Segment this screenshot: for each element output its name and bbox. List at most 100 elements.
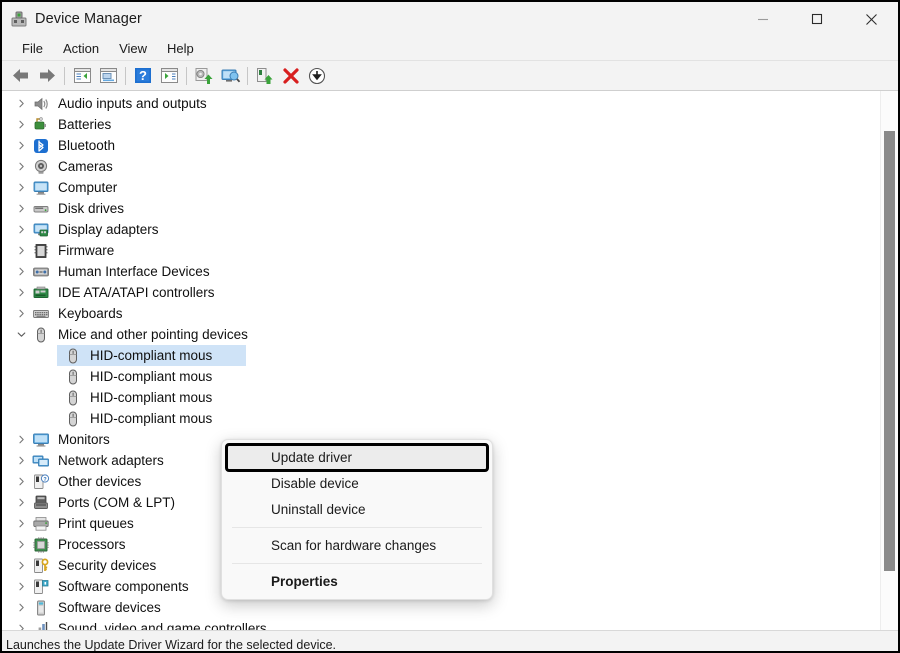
chevron-right-icon[interactable] — [13, 597, 29, 618]
tree-item-label: Ports (COM & LPT) — [58, 495, 176, 510]
menu-file[interactable]: File — [12, 39, 53, 58]
update-driver-icon[interactable] — [191, 64, 217, 88]
chevron-right-icon[interactable] — [45, 387, 61, 408]
forward-icon[interactable] — [34, 64, 60, 88]
chevron-right-icon[interactable] — [13, 618, 29, 630]
chevron-right-icon[interactable] — [45, 366, 61, 387]
context-menu-item[interactable]: Disable device — [227, 471, 487, 496]
scan-for-hardware-changes-icon[interactable] — [217, 64, 243, 88]
mouse-icon — [64, 368, 82, 386]
tree-item-label: Network adapters — [58, 453, 164, 468]
enable-device-icon[interactable] — [252, 64, 278, 88]
chevron-right-icon[interactable] — [13, 429, 29, 450]
printer-icon — [32, 515, 50, 533]
tree-item[interactable]: Firmware — [2, 240, 880, 261]
hid-icon — [32, 263, 50, 281]
tree-item[interactable]: Audio inputs and outputs — [2, 93, 880, 114]
tree-item[interactable]: Batteries — [2, 114, 880, 135]
chevron-right-icon[interactable] — [13, 156, 29, 177]
tree-item-label: Mice and other pointing devices — [58, 327, 248, 342]
menu-help[interactable]: Help — [157, 39, 204, 58]
context-menu-separator — [232, 563, 482, 564]
menu-action[interactable]: Action — [53, 39, 109, 58]
chevron-down-icon[interactable] — [13, 324, 29, 345]
chevron-right-icon[interactable] — [13, 219, 29, 240]
tree-item-label: Computer — [58, 180, 118, 195]
toolbar-separator-2 — [125, 66, 126, 85]
tree-item[interactable]: Sound, video and game controllers — [2, 618, 880, 630]
tree-item-label: IDE ATA/ATAPI controllers — [58, 285, 215, 300]
tree-item-label: Keyboards — [58, 306, 123, 321]
context-menu: Update driver Disable device Uninstall dev… — [221, 439, 493, 600]
tree-item[interactable]: HID-compliant mous — [2, 387, 880, 408]
firmware-icon — [32, 242, 50, 260]
tree-item[interactable]: HID-compliant mous — [2, 366, 880, 387]
chevron-right-icon[interactable] — [13, 93, 29, 114]
vertical-scrollbar[interactable] — [880, 91, 898, 630]
tree-item[interactable]: Mice and other pointing devices — [2, 324, 880, 345]
tree-item-label: Batteries — [58, 117, 112, 132]
chevron-right-icon[interactable] — [13, 534, 29, 555]
close-button[interactable] — [844, 2, 898, 36]
tree-item[interactable]: HID-compliant mous — [2, 345, 880, 366]
camera-icon — [32, 158, 50, 176]
chevron-right-icon[interactable] — [13, 240, 29, 261]
chevron-right-icon[interactable] — [13, 177, 29, 198]
chevron-right-icon[interactable] — [45, 345, 61, 366]
mouse-icon — [64, 410, 82, 428]
toolbar-separator-1 — [64, 66, 65, 85]
tree-item-label: Processors — [58, 537, 126, 552]
context-menu-item[interactable]: Scan for hardware changes — [227, 533, 487, 558]
tree-item[interactable]: Software devices — [2, 597, 880, 618]
scrollbar-thumb[interactable] — [884, 131, 895, 571]
chevron-right-icon[interactable] — [13, 471, 29, 492]
chevron-right-icon[interactable] — [45, 408, 61, 429]
device-manager-icon — [10, 10, 28, 28]
chevron-right-icon[interactable] — [13, 198, 29, 219]
chevron-right-icon[interactable] — [13, 114, 29, 135]
properties-icon[interactable] — [95, 64, 121, 88]
chevron-right-icon[interactable] — [13, 135, 29, 156]
tree-item[interactable]: Human Interface Devices — [2, 261, 880, 282]
context-menu-item[interactable]: Uninstall device — [227, 497, 487, 522]
tree-item[interactable]: Disk drives — [2, 198, 880, 219]
tree-item[interactable]: Display adapters — [2, 219, 880, 240]
svg-text:?: ? — [43, 477, 46, 483]
tree-item[interactable]: HID-compliant mous — [2, 408, 880, 429]
chevron-right-icon[interactable] — [13, 450, 29, 471]
mouse-icon — [32, 326, 50, 344]
minimize-button[interactable] — [736, 2, 790, 36]
context-menu-separator — [232, 527, 482, 528]
chevron-right-icon[interactable] — [13, 555, 29, 576]
tree-item-label: Security devices — [58, 558, 157, 573]
tree-item[interactable]: Keyboards — [2, 303, 880, 324]
chevron-right-icon[interactable] — [13, 261, 29, 282]
disable-device-icon[interactable] — [304, 64, 330, 88]
context-menu-item[interactable]: Properties — [227, 569, 487, 594]
chevron-right-icon[interactable] — [13, 282, 29, 303]
back-icon[interactable] — [8, 64, 34, 88]
tree-item-label: Other devices — [58, 474, 142, 489]
show-hide-console-tree-icon[interactable] — [69, 64, 95, 88]
chevron-right-icon[interactable] — [13, 513, 29, 534]
menu-view[interactable]: View — [109, 39, 157, 58]
show-hide-action-pane-icon[interactable] — [156, 64, 182, 88]
tree-item-label: Sound, video and game controllers — [58, 621, 267, 630]
chevron-right-icon[interactable] — [13, 492, 29, 513]
chevron-right-icon[interactable] — [13, 576, 29, 597]
help-icon[interactable]: ? — [130, 64, 156, 88]
uninstall-device-icon[interactable] — [278, 64, 304, 88]
tree-item-label: Bluetooth — [58, 138, 116, 153]
tree-item-label: HID-compliant mous — [90, 390, 213, 405]
tree-item[interactable]: Computer — [2, 177, 880, 198]
tree-item-label: HID-compliant mous — [90, 411, 213, 426]
chevron-right-icon[interactable] — [13, 303, 29, 324]
tree-item[interactable]: Bluetooth — [2, 135, 880, 156]
context-menu-item[interactable]: Update driver — [225, 443, 489, 472]
maximize-button[interactable] — [790, 2, 844, 36]
tree-item-label: Monitors — [58, 432, 110, 447]
status-text: Launches the Update Driver Wizard for th… — [6, 638, 337, 652]
tree-item[interactable]: Cameras — [2, 156, 880, 177]
network-adapter-icon — [32, 452, 50, 470]
tree-item[interactable]: IDE ATA/ATAPI controllers — [2, 282, 880, 303]
